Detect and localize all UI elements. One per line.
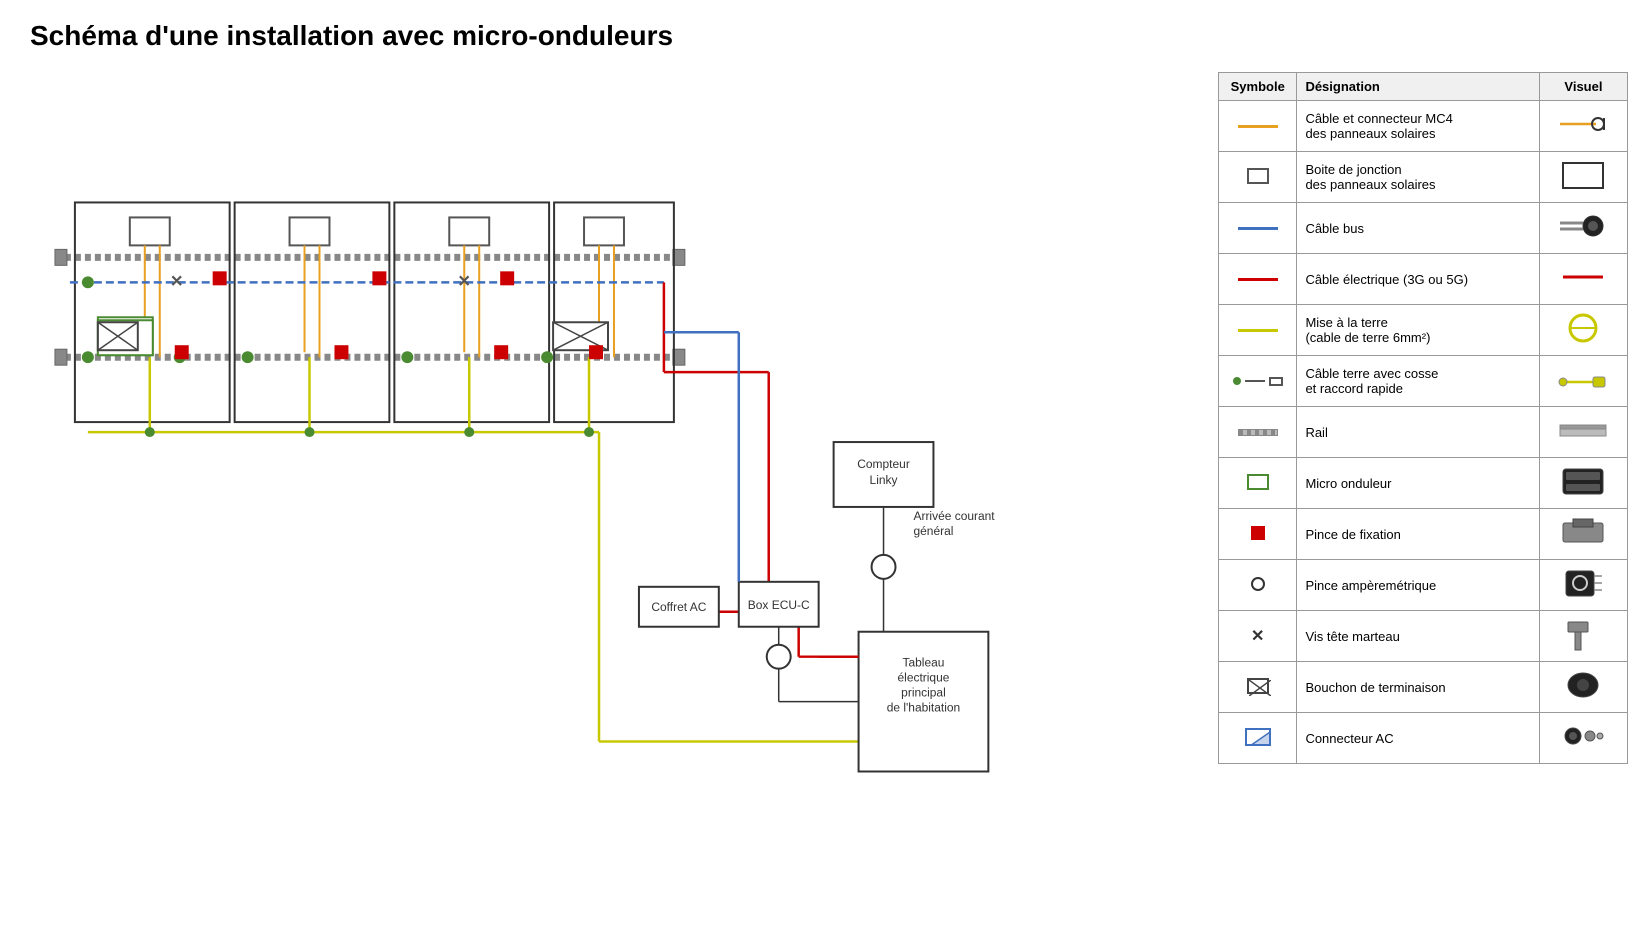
- legend-row-cable-bus: Câble bus: [1219, 203, 1628, 254]
- legend-desig-micro: Micro onduleur: [1297, 458, 1539, 509]
- legend-row-connect-ac: Connecteur AC: [1219, 713, 1628, 764]
- legend-desig-pince-amp: Pince ampèremétrique: [1297, 560, 1539, 611]
- legend-visuel-vis: [1539, 611, 1627, 662]
- legend-visuel-bouchon: [1539, 662, 1627, 713]
- legend-header-symbole: Symbole: [1219, 73, 1297, 101]
- legend-row-cable-cosse: Câble terre avec cosseet raccord rapide: [1219, 356, 1628, 407]
- symbol-x: ✕: [1251, 628, 1264, 645]
- legend-row-micro: Micro onduleur: [1219, 458, 1628, 509]
- symbol-connect-ac: [1245, 728, 1271, 746]
- symbol-earth: [1227, 377, 1288, 386]
- legend-desig-pince-fix: Pince de fixation: [1297, 509, 1539, 560]
- legend-desig-cable-elec: Câble électrique (3G ou 5G): [1297, 254, 1539, 305]
- legend-visuel-cable-bus: [1539, 203, 1627, 254]
- earth-dot: [1233, 377, 1241, 385]
- symbol-blue-line: [1238, 227, 1278, 230]
- legend-desig-bouchon: Bouchon de terminaison: [1297, 662, 1539, 713]
- svg-text:principal: principal: [901, 686, 946, 700]
- legend-row-rail: Rail: [1219, 407, 1628, 458]
- legend-visuel-cable-mc4: [1539, 101, 1627, 152]
- svg-text:Tableau: Tableau: [902, 656, 944, 670]
- legend-desig-cable-bus: Câble bus: [1297, 203, 1539, 254]
- legend-desig-cable-mc4: Câble et connecteur MC4des panneaux sola…: [1297, 101, 1539, 152]
- legend-row-boite-jonction: Boite de jonctiondes panneaux solaires: [1219, 152, 1628, 203]
- symbol-pince: [1251, 526, 1265, 540]
- legend-desig-rail: Rail: [1297, 407, 1539, 458]
- legend-header-visuel: Visuel: [1539, 73, 1627, 101]
- legend-desig-boite: Boite de jonctiondes panneaux solaires: [1297, 152, 1539, 203]
- legend-visuel-micro: [1539, 458, 1627, 509]
- legend-row-bouchon: Bouchon de terminaison: [1219, 662, 1628, 713]
- legend-visuel-cosse: [1539, 356, 1627, 407]
- svg-text:Coffret AC: Coffret AC: [651, 600, 706, 614]
- legend-visuel-terre: [1539, 305, 1627, 356]
- earth-box: [1269, 377, 1283, 386]
- legend-visuel-rail: [1539, 407, 1627, 458]
- symbol-red-line: [1238, 278, 1278, 281]
- svg-text:Linky: Linky: [870, 473, 898, 487]
- legend-visuel-pince-amp: [1539, 560, 1627, 611]
- legend-row-cable-mc4: Câble et connecteur MC4des panneaux sola…: [1219, 101, 1628, 152]
- symbol-bouchon: [1247, 678, 1269, 694]
- legend-row-vis: ✕ Vis tête marteau: [1219, 611, 1628, 662]
- legend-desig-connect-ac: Connecteur AC: [1297, 713, 1539, 764]
- diagram-area: ✕ ✕ ✕: [20, 62, 1198, 882]
- svg-text:Arrivée courant: Arrivée courant: [913, 509, 995, 523]
- svg-text:de l'habitation: de l'habitation: [887, 701, 960, 715]
- page-title: Schéma d'une installation avec micro-ond…: [0, 0, 1648, 62]
- legend-row-cable-electrique: Câble électrique (3G ou 5G): [1219, 254, 1628, 305]
- legend-visuel-pince-fix: [1539, 509, 1627, 560]
- legend-desig-terre: Mise à la terre(cable de terre 6mm²): [1297, 305, 1539, 356]
- legend-desig-vis: Vis tête marteau: [1297, 611, 1539, 662]
- legend-desig-cosse: Câble terre avec cosseet raccord rapide: [1297, 356, 1539, 407]
- legend-visuel-boite: [1539, 152, 1627, 203]
- symbol-circle: [1251, 577, 1265, 591]
- legend-visuel-connect-ac: [1539, 713, 1627, 764]
- legend-row-mise-terre: Mise à la terre(cable de terre 6mm²): [1219, 305, 1628, 356]
- symbol-yellow-line: [1238, 329, 1278, 332]
- legend-row-pince-amp: Pince ampèremétrique: [1219, 560, 1628, 611]
- symbol-box: [1247, 168, 1269, 184]
- symbol-rail: [1238, 429, 1278, 436]
- legend-table: Symbole Désignation Visuel Câble et conn…: [1218, 72, 1628, 764]
- svg-text:général: général: [913, 524, 953, 538]
- symbol-orange-line: [1238, 125, 1278, 128]
- symbol-micro: [1247, 474, 1269, 490]
- legend-header-designation: Désignation: [1297, 73, 1539, 101]
- svg-text:Box ECU-C: Box ECU-C: [748, 598, 810, 612]
- svg-text:électrique: électrique: [898, 671, 950, 685]
- svg-text:Compteur: Compteur: [857, 457, 910, 471]
- svg-text:✕: ✕: [170, 273, 183, 290]
- svg-text:✕: ✕: [458, 273, 471, 290]
- legend-visuel-cable-elec: [1539, 254, 1627, 305]
- legend-row-pince-fix: Pince de fixation: [1219, 509, 1628, 560]
